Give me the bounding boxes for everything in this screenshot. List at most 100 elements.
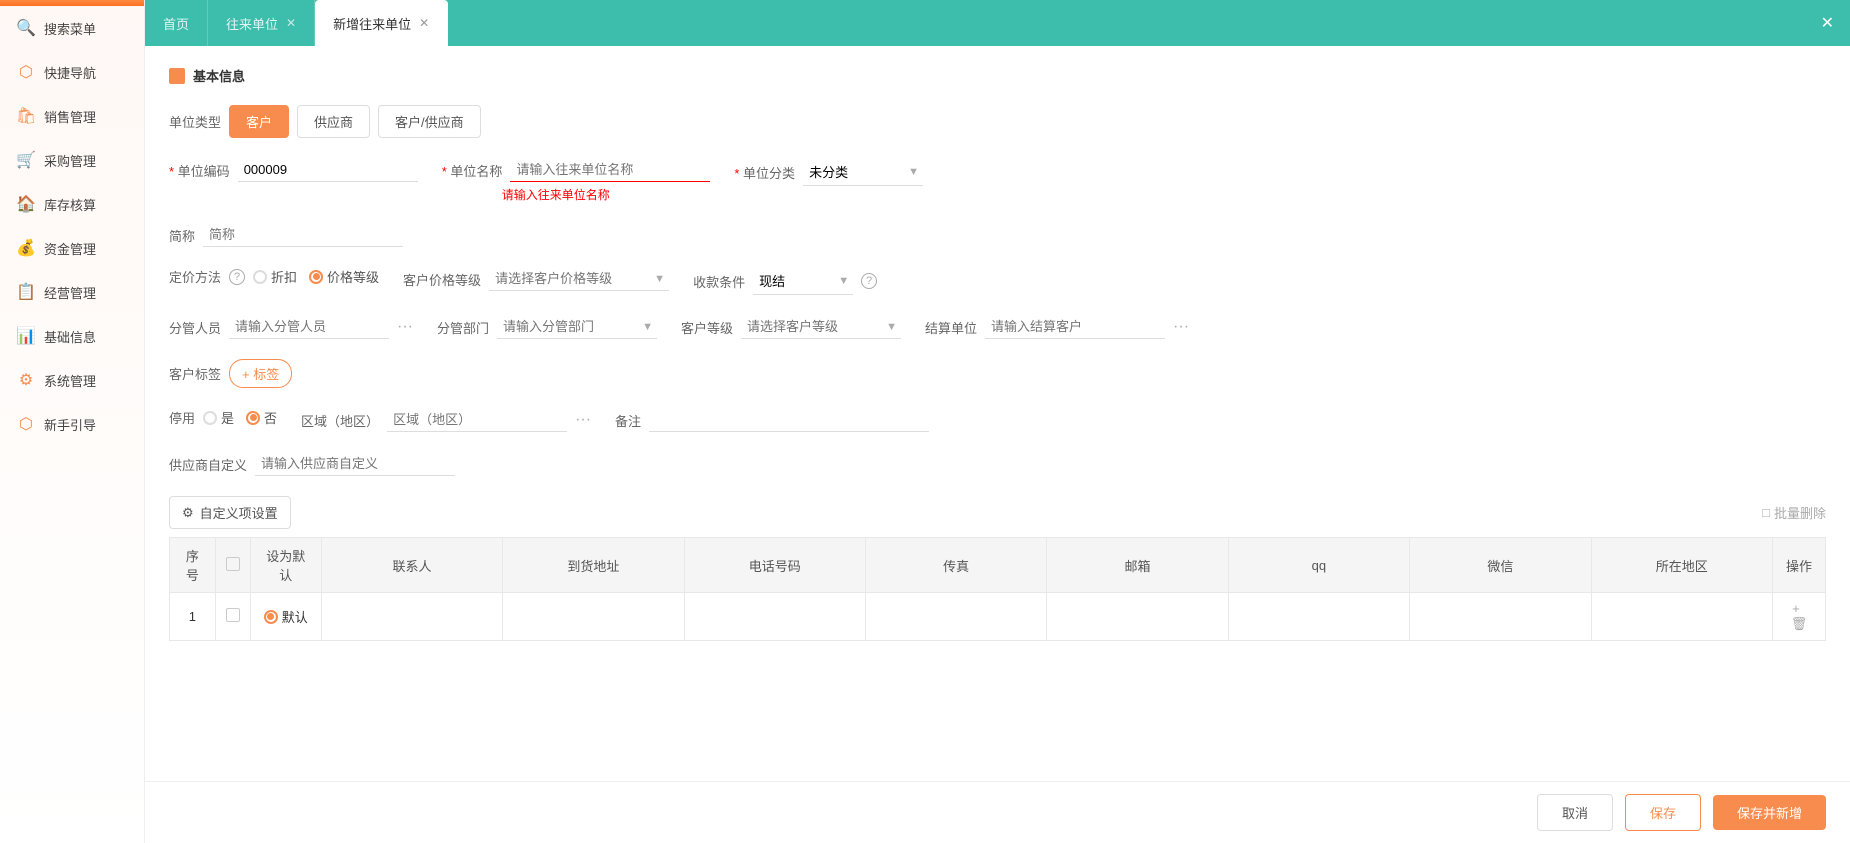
payment-help-icon[interactable]: ? bbox=[861, 273, 877, 289]
add-row-btn[interactable]: + bbox=[1792, 601, 1800, 616]
sidebar-item-guide[interactable]: ⬡ 新手引导 bbox=[0, 402, 144, 446]
radio-pricelevel-circle bbox=[309, 270, 323, 284]
radio-yes[interactable]: 是 bbox=[203, 408, 234, 427]
phone-input[interactable] bbox=[695, 609, 855, 624]
sidebar-item-label-search: 搜索菜单 bbox=[44, 19, 96, 38]
btn-supplier[interactable]: 供应商 bbox=[297, 105, 370, 138]
radio-no[interactable]: 否 bbox=[246, 408, 277, 427]
fax-input[interactable] bbox=[876, 609, 1036, 624]
search-icon: 🔍 bbox=[16, 18, 36, 38]
tab-new-partner-close[interactable]: ✕ bbox=[419, 17, 429, 29]
th-qq: qq bbox=[1228, 538, 1410, 593]
unit-name-cell: 单位名称 请输入往来单位名称 bbox=[442, 158, 735, 203]
customer-tag-row: 客户标签 + 标签 bbox=[169, 359, 1826, 388]
delete-row-btn[interactable]: 🗑 bbox=[1791, 616, 1808, 631]
cell-fax[interactable] bbox=[865, 593, 1046, 641]
settlement-unit-input[interactable] bbox=[985, 315, 1165, 339]
th-checkbox[interactable] bbox=[215, 538, 250, 593]
customer-level-input[interactable] bbox=[741, 315, 901, 339]
sidebar-item-purchase[interactable]: 🛒 采购管理 bbox=[0, 138, 144, 182]
home-icon: ⬡ bbox=[16, 62, 36, 82]
save-button[interactable]: 保存 bbox=[1625, 794, 1701, 831]
cell-region[interactable] bbox=[1591, 593, 1772, 641]
customer-price-level-cell: 客户价格等级 ▼ bbox=[403, 267, 693, 291]
cell-email[interactable] bbox=[1047, 593, 1228, 641]
inventory-icon: 🏠 bbox=[16, 194, 36, 214]
customer-tag-cell: 客户标签 + 标签 bbox=[169, 359, 316, 388]
unit-name-label: 单位名称 bbox=[442, 161, 503, 180]
tab-new-partner[interactable]: 新增往来单位 ✕ bbox=[315, 0, 448, 46]
operations-icon: 📋 bbox=[16, 282, 36, 302]
sidebar-item-basic[interactable]: 📊 基础信息 bbox=[0, 314, 144, 358]
close-all-button[interactable]: ✕ bbox=[1805, 13, 1850, 33]
tab-partners-close[interactable]: ✕ bbox=[286, 17, 296, 29]
supplier-custom-row: 供应商自定义 bbox=[169, 452, 1826, 476]
manager-label: 分管人员 bbox=[169, 318, 221, 337]
pricing-row: 定价方法 ? 折扣 价格等级 客户价格等级 ▼ bbox=[169, 267, 1826, 295]
pricing-radio-group: 折扣 价格等级 bbox=[253, 267, 379, 286]
form-content: 基本信息 单位类型 客户 供应商 客户/供应商 单位编码 单位名称 请输入 bbox=[145, 46, 1850, 781]
batch-delete-button[interactable]: □ 批量删除 bbox=[1762, 503, 1826, 522]
tab-partners[interactable]: 往来单位 ✕ bbox=[208, 0, 315, 46]
customer-price-level-select: ▼ bbox=[489, 267, 669, 291]
qq-input[interactable] bbox=[1239, 609, 1400, 624]
supplier-custom-label: 供应商自定义 bbox=[169, 455, 247, 474]
supplier-custom-input[interactable] bbox=[255, 452, 455, 476]
settlement-more-btn[interactable]: ··· bbox=[1173, 319, 1189, 335]
default-radio[interactable] bbox=[264, 610, 278, 624]
remarks-input[interactable] bbox=[649, 408, 929, 432]
cancel-button[interactable]: 取消 bbox=[1537, 794, 1613, 831]
th-email: 邮箱 bbox=[1047, 538, 1228, 593]
add-tag-button[interactable]: + 标签 bbox=[229, 359, 292, 388]
section-basic-info: 基本信息 bbox=[169, 66, 1826, 85]
cell-address[interactable] bbox=[503, 593, 684, 641]
wechat-input[interactable] bbox=[1420, 609, 1580, 624]
email-input[interactable] bbox=[1057, 609, 1217, 624]
row-checkbox[interactable] bbox=[226, 608, 240, 622]
sidebar-item-search[interactable]: 🔍 搜索菜单 bbox=[0, 6, 144, 50]
address-input[interactable] bbox=[513, 609, 673, 624]
sidebar-item-finance[interactable]: 💰 资金管理 bbox=[0, 226, 144, 270]
sidebar-item-operations[interactable]: 📋 经营管理 bbox=[0, 270, 144, 314]
sidebar-item-sales[interactable]: 🛍 销售管理 bbox=[0, 94, 144, 138]
unit-name-input[interactable] bbox=[510, 158, 710, 182]
region-input[interactable] bbox=[387, 408, 567, 432]
radio-pricelevel[interactable]: 价格等级 bbox=[309, 267, 379, 286]
unit-code-input[interactable] bbox=[238, 158, 418, 182]
short-name-cell: 简称 bbox=[169, 223, 427, 247]
customer-price-level-input[interactable] bbox=[489, 267, 669, 291]
th-address: 到货地址 bbox=[503, 538, 684, 593]
sidebar-item-system[interactable]: ⚙ 系统管理 bbox=[0, 358, 144, 402]
sidebar-item-label-system: 系统管理 bbox=[44, 371, 96, 390]
pricing-help-icon[interactable]: ? bbox=[229, 269, 245, 285]
unit-type-cell: 单位类型 客户 供应商 客户/供应商 bbox=[169, 105, 505, 138]
radio-discount[interactable]: 折扣 bbox=[253, 267, 297, 286]
manager-more-btn[interactable]: ··· bbox=[397, 319, 413, 335]
cell-checkbox[interactable] bbox=[215, 593, 250, 641]
tab-bar: 首页 往来单位 ✕ 新增往来单位 ✕ ✕ bbox=[145, 0, 1850, 46]
btn-customer[interactable]: 客户 bbox=[229, 105, 289, 138]
contact-input[interactable] bbox=[332, 609, 492, 624]
department-input[interactable] bbox=[497, 315, 657, 339]
unit-type-label: 单位类型 bbox=[169, 112, 221, 131]
cell-default[interactable]: 默认 bbox=[250, 593, 321, 641]
save-and-new-button[interactable]: 保存并新增 bbox=[1713, 795, 1826, 830]
btn-both[interactable]: 客户/供应商 bbox=[378, 105, 481, 138]
custom-settings-button[interactable]: ⚙ 自定义项设置 bbox=[169, 496, 291, 529]
sidebar-item-quicknav[interactable]: ⬡ 快捷导航 bbox=[0, 50, 144, 94]
sidebar-item-inventory[interactable]: 🏠 库存核算 bbox=[0, 182, 144, 226]
cell-contact[interactable] bbox=[321, 593, 502, 641]
table-toolbar: ⚙ 自定义项设置 □ 批量删除 bbox=[169, 496, 1826, 529]
cell-phone[interactable] bbox=[684, 593, 865, 641]
tab-home[interactable]: 首页 bbox=[145, 0, 208, 46]
unit-category-select-wrap: 未分类 ▼ bbox=[803, 158, 923, 186]
manager-input[interactable] bbox=[229, 315, 389, 339]
short-name-row: 简称 bbox=[169, 223, 1826, 247]
cell-wechat[interactable] bbox=[1410, 593, 1591, 641]
region-table-input[interactable] bbox=[1602, 609, 1762, 624]
short-name-input[interactable] bbox=[203, 223, 403, 247]
sidebar: 🔍 搜索菜单 ⬡ 快捷导航 🛍 销售管理 🛒 采购管理 🏠 库存核算 💰 资金管… bbox=[0, 0, 145, 843]
cell-qq[interactable] bbox=[1228, 593, 1410, 641]
region-more-btn[interactable]: ··· bbox=[575, 412, 591, 428]
header-checkbox[interactable] bbox=[226, 557, 240, 571]
